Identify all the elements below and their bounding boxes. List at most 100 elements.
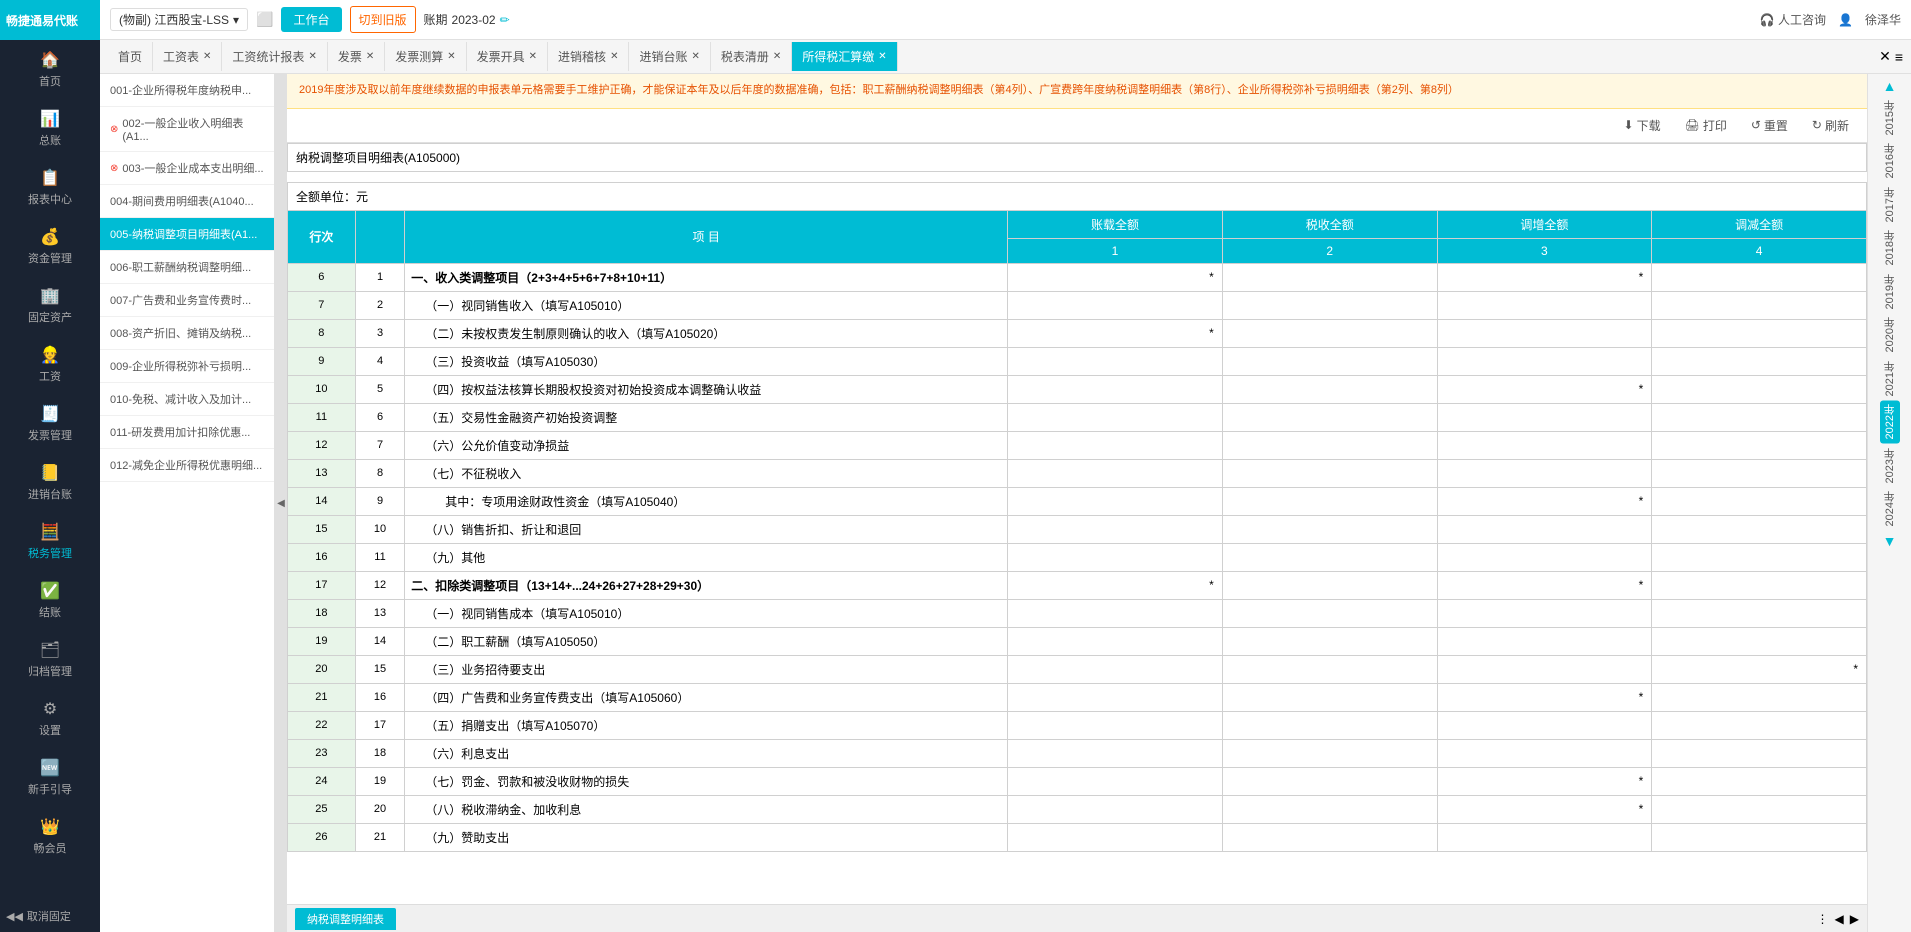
data-cell-2-1[interactable] (1222, 319, 1437, 347)
data-cell-3-2[interactable] (1437, 347, 1652, 375)
sidebar-item-settings[interactable]: ⚙设置 (0, 689, 100, 748)
tab-close-icon[interactable]: ✕ (447, 51, 455, 62)
left-panel-item-003[interactable]: ⊗003-一般企业成本支出明细... (100, 152, 274, 185)
data-cell-18-1[interactable] (1222, 767, 1437, 795)
sidebar-item-archive[interactable]: 🗂归档管理 (0, 630, 100, 689)
data-cell-14-1[interactable] (1222, 655, 1437, 683)
data-cell-8-1[interactable] (1222, 487, 1437, 515)
refresh-button[interactable]: ↻ 刷新 (1806, 115, 1855, 136)
data-cell-12-2[interactable] (1437, 599, 1652, 627)
data-cell-11-3[interactable] (1652, 571, 1867, 599)
left-panel-item-008[interactable]: 008-资产折旧、摊销及纳税... (100, 317, 274, 350)
company-selector[interactable]: (物副) 江西股宝-LSS ▾ (110, 8, 248, 31)
data-cell-7-0[interactable] (1008, 459, 1223, 487)
data-cell-10-0[interactable] (1008, 543, 1223, 571)
data-cell-13-2[interactable] (1437, 627, 1652, 655)
data-cell-19-1[interactable] (1222, 795, 1437, 823)
tab-9[interactable]: 所得税汇算缴✕ (792, 42, 897, 71)
data-cell-1-0[interactable] (1008, 291, 1223, 319)
data-cell-6-1[interactable] (1222, 431, 1437, 459)
data-cell-14-3[interactable]: * (1652, 655, 1867, 683)
tab-close-icon[interactable]: ✕ (203, 51, 211, 62)
data-cell-12-3[interactable] (1652, 599, 1867, 627)
data-cell-6-3[interactable] (1652, 431, 1867, 459)
sidebar-item-sales-ledger[interactable]: 📒进销台账 (0, 453, 100, 512)
data-cell-17-1[interactable] (1222, 739, 1437, 767)
year-button-2022[interactable]: 2022年 (1880, 400, 1900, 443)
sidebar-item-settle[interactable]: ✅结账 (0, 571, 100, 630)
tab-close-icon[interactable]: ✕ (691, 51, 699, 62)
data-cell-5-0[interactable] (1008, 403, 1223, 431)
data-cell-16-3[interactable] (1652, 711, 1867, 739)
year-button-2017[interactable]: 2017年 (1880, 183, 1900, 226)
data-cell-7-3[interactable] (1652, 459, 1867, 487)
data-cell-2-2[interactable] (1437, 319, 1652, 347)
data-cell-20-1[interactable] (1222, 823, 1437, 851)
data-cell-20-3[interactable] (1652, 823, 1867, 851)
left-panel-item-009[interactable]: 009-企业所得税弥补亏损明... (100, 350, 274, 383)
left-panel-item-002[interactable]: ⊗002-一般企业收入明细表(A1... (100, 107, 274, 152)
data-cell-3-0[interactable] (1008, 347, 1223, 375)
data-cell-0-2[interactable]: * (1437, 263, 1652, 291)
sidebar-item-invoice-mgmt[interactable]: 🧾发票管理 (0, 394, 100, 453)
tab-2[interactable]: 工资统计报表✕ (222, 42, 327, 71)
download-button[interactable]: ⬇ 下载 (1618, 115, 1667, 136)
data-cell-6-0[interactable] (1008, 431, 1223, 459)
year-button-2015[interactable]: 2015年 (1880, 96, 1900, 139)
tab-close-icon[interactable]: ✕ (308, 51, 316, 62)
data-cell-4-1[interactable] (1222, 375, 1437, 403)
sidebar-item-ledger[interactable]: 📊总账 (0, 99, 100, 158)
left-panel-item-005[interactable]: 005-纳税调整项目明细表(A1... (100, 218, 274, 251)
data-cell-8-3[interactable] (1652, 487, 1867, 515)
data-cell-2-0[interactable]: * (1008, 319, 1223, 347)
sidebar-item-payroll[interactable]: 👷工资 (0, 335, 100, 394)
support-button[interactable]: 🎧 人工咨询 (1760, 11, 1826, 28)
data-cell-10-2[interactable] (1437, 543, 1652, 571)
data-cell-17-2[interactable] (1437, 739, 1652, 767)
year-button-2021[interactable]: 2021年 (1880, 357, 1900, 400)
data-cell-9-2[interactable] (1437, 515, 1652, 543)
data-cell-2-3[interactable] (1652, 319, 1867, 347)
data-cell-18-2[interactable]: * (1437, 767, 1652, 795)
data-cell-17-3[interactable] (1652, 739, 1867, 767)
data-cell-3-1[interactable] (1222, 347, 1437, 375)
data-cell-17-0[interactable] (1008, 739, 1223, 767)
sidebar-item-newbie[interactable]: 🆕新手引导 (0, 748, 100, 807)
year-up-icon[interactable]: ▲ (1883, 78, 1897, 94)
tab-close-icon[interactable]: ✕ (366, 51, 374, 62)
tab-8[interactable]: 税表清册✕ (711, 42, 792, 71)
data-cell-1-1[interactable] (1222, 291, 1437, 319)
reset-button[interactable]: ↺ 重置 (1745, 115, 1794, 136)
left-panel-item-010[interactable]: 010-免税、减计收入及加计... (100, 383, 274, 416)
data-cell-4-0[interactable] (1008, 375, 1223, 403)
data-cell-20-0[interactable] (1008, 823, 1223, 851)
tab-4[interactable]: 发票测算✕ (385, 42, 466, 71)
data-cell-1-2[interactable] (1437, 291, 1652, 319)
year-button-2016[interactable]: 2016年 (1880, 139, 1900, 182)
data-cell-18-3[interactable] (1652, 767, 1867, 795)
unpin-button[interactable]: ◀◀ 取消固定 (0, 900, 100, 932)
old-version-button[interactable]: 切到旧版 (350, 6, 416, 33)
data-cell-16-2[interactable] (1437, 711, 1652, 739)
data-cell-16-1[interactable] (1222, 711, 1437, 739)
tab-1[interactable]: 工资表✕ (153, 42, 222, 71)
left-panel-item-006[interactable]: 006-职工薪酬纳税调整明细... (100, 251, 274, 284)
bottom-tab-item[interactable]: 纳税调整明细表 (295, 908, 396, 930)
data-cell-11-0[interactable]: * (1008, 571, 1223, 599)
data-cell-5-3[interactable] (1652, 403, 1867, 431)
data-cell-8-0[interactable] (1008, 487, 1223, 515)
scroll-more-icon[interactable]: ⋮ (1817, 912, 1829, 926)
left-panel-item-007[interactable]: 007-广告费和业务宣传费时... (100, 284, 274, 317)
tab-close-icon[interactable]: ✕ (610, 51, 618, 62)
data-cell-15-0[interactable] (1008, 683, 1223, 711)
data-cell-11-1[interactable] (1222, 571, 1437, 599)
year-down-icon[interactable]: ▼ (1883, 533, 1897, 549)
data-cell-4-3[interactable] (1652, 375, 1867, 403)
data-cell-9-1[interactable] (1222, 515, 1437, 543)
year-button-2019[interactable]: 2019年 (1880, 270, 1900, 313)
sidebar-item-assets-mgmt[interactable]: 💰资金管理 (0, 217, 100, 276)
data-cell-1-3[interactable] (1652, 291, 1867, 319)
sidebar-item-member[interactable]: 👑畅会员 (0, 807, 100, 866)
data-cell-14-0[interactable] (1008, 655, 1223, 683)
data-cell-15-2[interactable]: * (1437, 683, 1652, 711)
